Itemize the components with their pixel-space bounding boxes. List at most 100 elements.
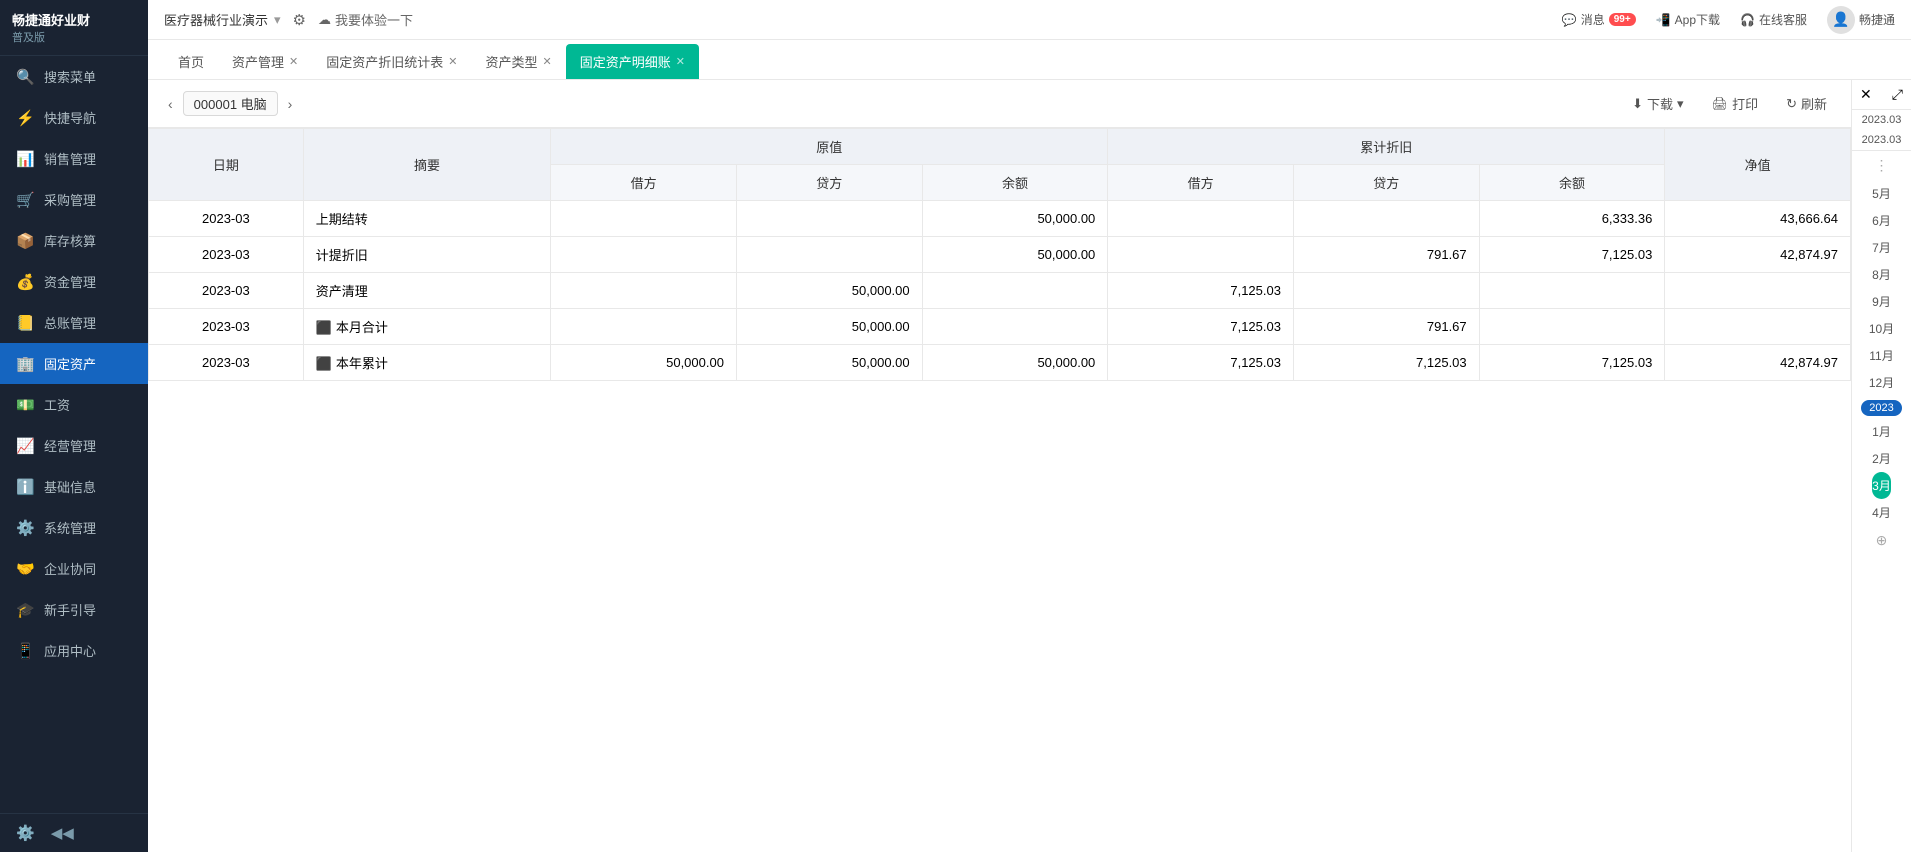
download-button[interactable]: ⬇ 下载 ▾ [1624, 90, 1691, 117]
expand-panel-icon[interactable]: ⤢ [1892, 86, 1903, 103]
month-item[interactable]: 4月 [1868, 499, 1895, 526]
close-icon[interactable]: ✕ [289, 55, 298, 68]
month-item[interactable]: 1月 [1868, 418, 1895, 445]
collapse-icon[interactable]: ◀◀ [51, 824, 74, 842]
sidebar-item-label: 总账管理 [44, 313, 96, 332]
sidebar-item-operations[interactable]: 📈 经营管理 [0, 425, 148, 466]
sidebar-item-system[interactable]: ⚙️ 系统管理 [0, 507, 148, 548]
app-download-icon: 📲 [1656, 13, 1671, 27]
col-orig-debit: 借方 [551, 165, 737, 201]
system-icon: ⚙️ [16, 519, 34, 537]
year-label[interactable]: 2023.03 [1852, 110, 1911, 130]
month-item[interactable]: 2月 [1868, 445, 1895, 472]
sidebar-item-label: 应用中心 [44, 641, 96, 660]
month-item[interactable]: 7月 [1869, 234, 1894, 261]
panel-toolbar: ‹ 000001 电脑 › ⬇ 下载 ▾ 🖨 打印 ↻ [148, 80, 1851, 128]
sidebar-item-sales[interactable]: 📊 销售管理 [0, 138, 148, 179]
tab-home-label: 首页 [178, 52, 204, 71]
settings-bottom-icon[interactable]: ⚙️ [16, 824, 35, 842]
tab-home[interactable]: 首页 [164, 44, 218, 79]
asset-navigation: ‹ 000001 电脑 › [164, 91, 296, 116]
cloud-icon: ☁ [318, 12, 331, 28]
sidebar-item-fixed-assets[interactable]: 🏢 固定资产 [0, 343, 148, 384]
sidebar-item-label: 基础信息 [44, 477, 96, 496]
main-area: 医疗器械行业演示 ▾ ⚙ ☁ 我要体验一下 💬 消息 99+ 📲 App下载 🎧… [148, 0, 1911, 852]
sidebar-item-enterprise[interactable]: 🤝 企业协同 [0, 548, 148, 589]
refresh-button[interactable]: ↻ 刷新 [1778, 90, 1835, 117]
tab-asset-management[interactable]: 资产管理 ✕ [218, 44, 312, 79]
tab-depreciation-table[interactable]: 固定资产折旧统计表 ✕ [312, 44, 471, 79]
app-center-icon: 📱 [16, 642, 34, 660]
quick-nav-icon: ⚡ [16, 109, 34, 127]
experience-label: 我要体验一下 [335, 10, 413, 29]
message-icon: 💬 [1562, 13, 1577, 27]
month-item[interactable]: 11月 [1869, 342, 1894, 369]
fixed-assets-icon: 🏢 [16, 355, 34, 373]
sidebar-item-label: 快捷导航 [44, 108, 96, 127]
next-asset-button[interactable]: › [284, 94, 297, 114]
chevron-down-icon: ▾ [1677, 96, 1684, 112]
finance-icon: 💰 [16, 273, 34, 291]
ledger-icon: 📒 [16, 314, 34, 332]
scroll-down-icon[interactable]: ⊕ [1876, 526, 1888, 555]
sidebar-logo: 畅捷通好业财 普及版 [0, 0, 148, 56]
month-item[interactable]: 3月 [1872, 472, 1891, 499]
app-subtitle: 普及版 [12, 29, 136, 45]
month-item[interactable]: 8月 [1869, 261, 1894, 288]
col-date: 日期 [149, 129, 304, 201]
sidebar-item-finance[interactable]: 💰 资金管理 [0, 261, 148, 302]
month-item[interactable]: 10月 [1869, 315, 1894, 342]
tab-asset-type-label: 资产类型 [485, 52, 537, 71]
right-panel-controls: ✕ ⤢ [1852, 80, 1911, 110]
months-current: 1月2月3月4月 [1868, 418, 1895, 526]
sidebar-item-base-info[interactable]: ℹ️ 基础信息 [0, 466, 148, 507]
message-label: 消息 [1581, 11, 1605, 28]
sidebar-item-guide[interactable]: 🎓 新手引导 [0, 589, 148, 630]
main-panel: ‹ 000001 电脑 › ⬇ 下载 ▾ 🖨 打印 ↻ [148, 80, 1851, 852]
data-table-wrap: 日期 摘要 原值 累计折旧 净值 借方 贷方 余额 借方 贷方 余额 [148, 128, 1851, 381]
sidebar-item-search[interactable]: 🔍 搜索菜单 [0, 56, 148, 97]
experience-button[interactable]: ☁ 我要体验一下 [318, 10, 413, 29]
tab-asset-detail[interactable]: 固定资产明细账 ✕ [566, 44, 699, 79]
months-before: 5月6月7月8月9月10月11月12月 [1869, 180, 1894, 396]
message-button[interactable]: 💬 消息 99+ [1562, 11, 1636, 28]
customer-service-label: 在线客服 [1759, 11, 1807, 28]
sidebar-item-salary[interactable]: 💵 工资 [0, 384, 148, 425]
tabbar: 首页 资产管理 ✕ 固定资产折旧统计表 ✕ 资产类型 ✕ 固定资产明细账 ✕ [148, 40, 1911, 80]
prev-asset-button[interactable]: ‹ [164, 94, 177, 114]
sidebar-item-purchase[interactable]: 🛒 采购管理 [0, 179, 148, 220]
company-selector[interactable]: 医疗器械行业演示 ▾ [164, 10, 281, 29]
col-original-value: 原值 [551, 129, 1108, 165]
col-acc-balance: 余额 [1479, 165, 1665, 201]
sidebar-item-quick-nav[interactable]: ⚡ 快捷导航 [0, 97, 148, 138]
month-item[interactable]: 12月 [1869, 369, 1894, 396]
close-icon[interactable]: ✕ [676, 55, 685, 68]
print-button[interactable]: 🖨 打印 [1704, 90, 1767, 117]
month-item[interactable]: 9月 [1869, 288, 1894, 315]
sidebar-item-app-center[interactable]: 📱 应用中心 [0, 630, 148, 671]
operations-icon: 📈 [16, 437, 34, 455]
sidebar-item-ledger[interactable]: 📒 总账管理 [0, 302, 148, 343]
month-item[interactable]: 5月 [1869, 180, 1894, 207]
sidebar-item-inventory[interactable]: 📦 库存核算 [0, 220, 148, 261]
scroll-up-icon[interactable]: ⋮ [1875, 151, 1889, 180]
sidebar-item-label: 销售管理 [44, 149, 96, 168]
refresh-label: 刷新 [1801, 94, 1827, 113]
settings-icon[interactable]: ⚙ [293, 11, 306, 29]
customer-service-button[interactable]: 🎧 在线客服 [1740, 11, 1807, 28]
enterprise-icon: 🤝 [16, 560, 34, 578]
year-label-2[interactable]: 2023.03 [1852, 130, 1911, 150]
sidebar-item-label: 新手引导 [44, 600, 96, 619]
month-item[interactable]: 6月 [1869, 207, 1894, 234]
sidebar-item-label: 采购管理 [44, 190, 96, 209]
close-icon[interactable]: ✕ [543, 55, 552, 68]
close-icon[interactable]: ✕ [448, 55, 457, 68]
current-year-badge: 2023 [1861, 400, 1901, 416]
table-row: 2023-03上期结转50,000.006,333.3643,666.64 [149, 201, 1851, 237]
tab-asset-type[interactable]: 资产类型 ✕ [471, 44, 565, 79]
user-avatar-area[interactable]: 👤 畅捷通 [1827, 6, 1895, 34]
chevron-down-icon: ▾ [274, 12, 281, 28]
app-download-button[interactable]: 📲 App下载 [1656, 11, 1720, 28]
guide-icon: 🎓 [16, 601, 34, 619]
close-panel-icon[interactable]: ✕ [1860, 86, 1872, 103]
